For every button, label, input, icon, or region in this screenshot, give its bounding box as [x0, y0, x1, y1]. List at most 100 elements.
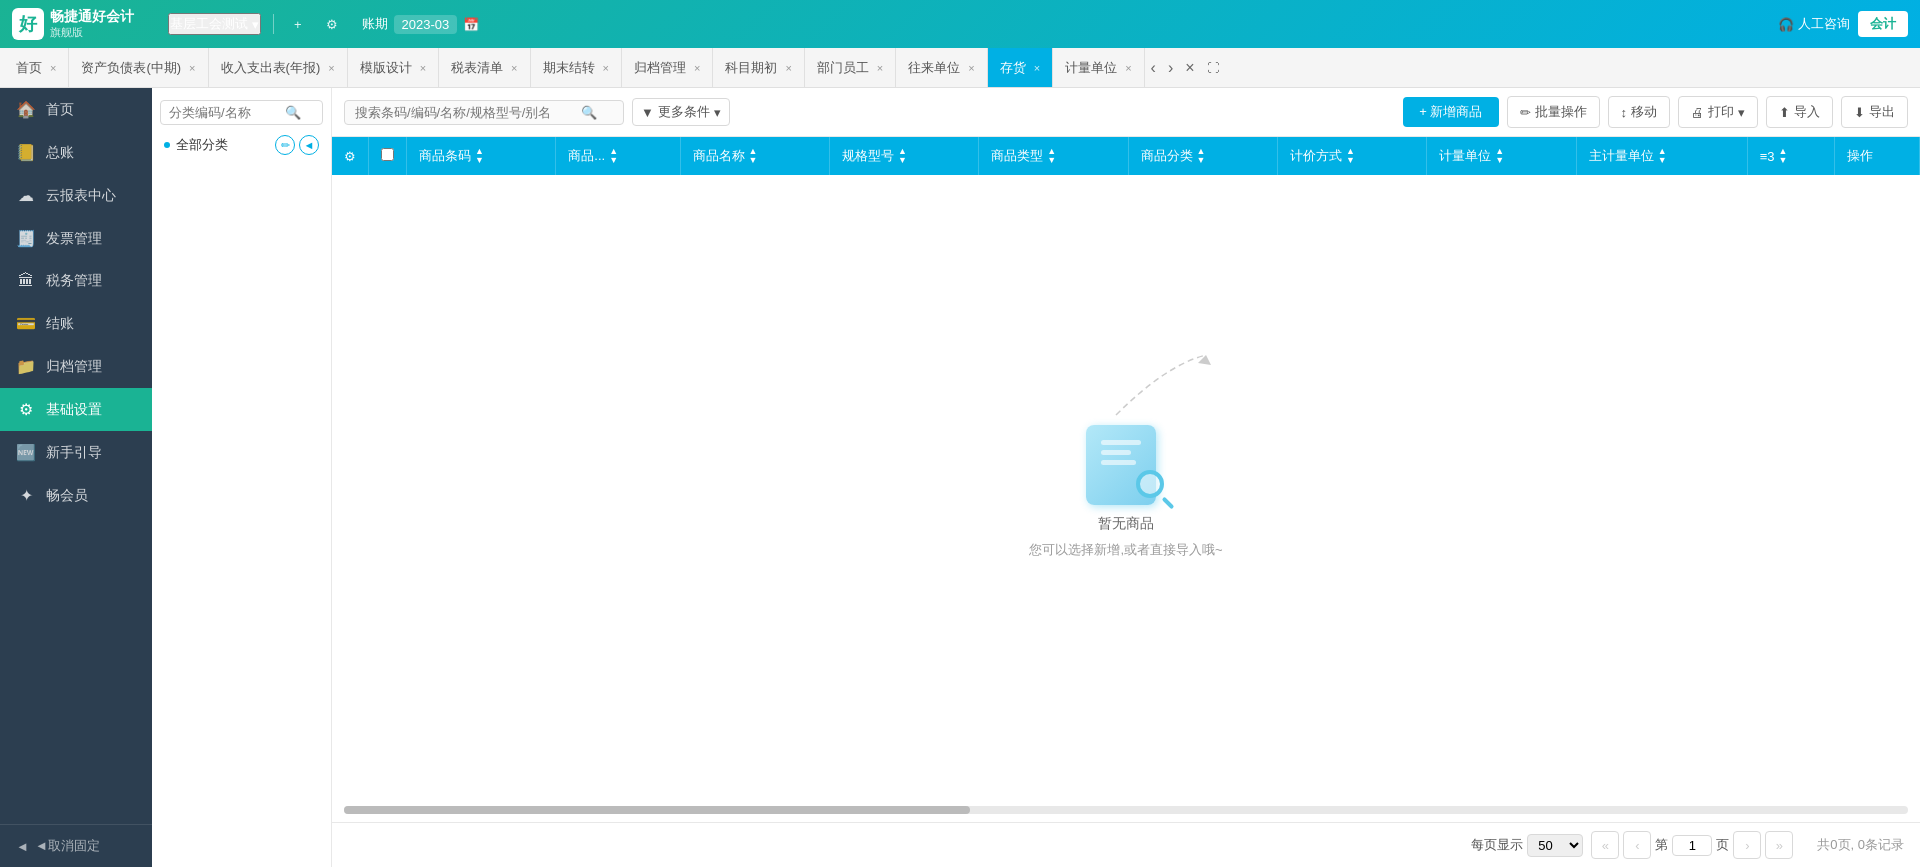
move-label: 移动 [1631, 103, 1657, 121]
tab-close-all-button[interactable]: × [1179, 48, 1200, 88]
tab-tax[interactable]: 税表清单 × [439, 48, 530, 88]
th-main-unit[interactable]: 主计量单位 ▲▼ [1576, 137, 1747, 175]
prev-page-button[interactable]: ‹ [1623, 831, 1651, 859]
tab-period-end[interactable]: 期末结转 × [531, 48, 622, 88]
tab-template[interactable]: 模版设计 × [348, 48, 439, 88]
sidebar-item-tax[interactable]: 🏛 税务管理 [0, 260, 152, 302]
tab-next-button[interactable]: › [1162, 48, 1179, 88]
tab-unit[interactable]: 计量单位 × [1053, 48, 1144, 88]
scrollbar-thumb[interactable] [344, 806, 970, 814]
sidebar-item-settlement[interactable]: 💳 结账 [0, 302, 152, 345]
ai-consult-button[interactable]: 🎧 人工咨询 [1778, 15, 1850, 33]
content-area: 🔍 全部分类 ✏ ◄ 🔍 [152, 88, 1920, 867]
sidebar-item-ledger[interactable]: 📒 总账 [0, 131, 152, 174]
th-col3[interactable]: ≡3 ▲▼ [1747, 137, 1835, 175]
tab-home-close[interactable]: × [50, 62, 56, 74]
tab-home[interactable]: 首页 × [4, 48, 69, 88]
tab-unit-close[interactable]: × [1125, 62, 1131, 74]
tab-balance-sheet[interactable]: 资产负债表(中期) × [69, 48, 208, 88]
category-sort-arrows: ▲▼ [1197, 147, 1206, 165]
page-size-dropdown[interactable]: 50 10 20 100 [1527, 834, 1583, 857]
th-price-method-label: 计价方式 [1290, 147, 1342, 165]
sidebar-item-reports[interactable]: ☁ 云报表中心 [0, 174, 152, 217]
export-button[interactable]: ⬇ 导出 [1841, 96, 1908, 128]
more-conditions-button[interactable]: ▼ 更多条件 ▾ [632, 98, 730, 126]
account-button[interactable]: 会计 [1858, 11, 1908, 37]
sidebar-item-invoice[interactable]: 🧾 发票管理 [0, 217, 152, 260]
calendar-icon[interactable]: 📅 [463, 17, 479, 32]
sidebar-item-archive[interactable]: 📁 归档管理 [0, 345, 152, 388]
product-search-input[interactable] [355, 105, 575, 120]
tab-inventory-close[interactable]: × [1034, 62, 1040, 74]
period-value[interactable]: 2023-03 [394, 15, 458, 34]
add-tab-button[interactable]: + [286, 13, 310, 36]
first-page-button[interactable]: « [1591, 831, 1619, 859]
add-product-button[interactable]: + 新增商品 [1403, 97, 1498, 127]
next-page-button[interactable]: › [1733, 831, 1761, 859]
page-number-input[interactable] [1672, 835, 1712, 856]
th-barcode[interactable]: 商品条码 ▲▼ [407, 137, 556, 175]
sidebar-item-home[interactable]: 🏠 首页 [0, 88, 152, 131]
print-button[interactable]: 🖨 打印 ▾ [1678, 96, 1758, 128]
sidebar-pin-toggle[interactable]: ◄ ◄取消固定 [0, 824, 152, 867]
tab-archive-close[interactable]: × [694, 62, 700, 74]
tab-supplier[interactable]: 往来单位 × [896, 48, 987, 88]
app-logo-icon: 好 [12, 8, 44, 40]
tab-bar: 首页 × 资产负债表(中期) × 收入支出表(年报) × 模版设计 × 税表清单… [0, 48, 1920, 88]
tab-archive[interactable]: 归档管理 × [622, 48, 713, 88]
all-category-header[interactable]: 全部分类 ✏ ◄ [152, 129, 331, 161]
product-table: ⚙ 商品条码 ▲▼ [332, 137, 1920, 175]
import-button[interactable]: ⬆ 导入 [1766, 96, 1833, 128]
product-search-icon[interactable]: 🔍 [581, 105, 597, 120]
th-settings[interactable]: ⚙ [332, 137, 369, 175]
category-actions: ✏ ◄ [275, 135, 319, 155]
tab-subject[interactable]: 科目期初 × [713, 48, 804, 88]
category-edit-button[interactable]: ✏ [275, 135, 295, 155]
sidebar-item-settlement-label: 结账 [46, 315, 74, 333]
sidebar-item-guide[interactable]: 🆕 新手引导 [0, 431, 152, 474]
th-price-method[interactable]: 计价方式 ▲▼ [1277, 137, 1426, 175]
tab-prev-button[interactable]: ‹ [1145, 48, 1162, 88]
tab-balance-sheet-close[interactable]: × [189, 62, 195, 74]
tab-supplier-close[interactable]: × [968, 62, 974, 74]
tab-expand-button[interactable]: ⛶ [1201, 48, 1225, 88]
tab-department[interactable]: 部门员工 × [805, 48, 896, 88]
last-page-button[interactable]: » [1765, 831, 1793, 859]
barcode-sort-arrows: ▲▼ [475, 147, 484, 165]
th-spec[interactable]: 规格型号 ▲▼ [829, 137, 978, 175]
tab-subject-close[interactable]: × [785, 62, 791, 74]
app-name: 畅捷通好会计 [50, 8, 134, 25]
horizontal-scrollbar[interactable] [344, 806, 1908, 814]
sidebar-item-member[interactable]: ✦ 畅会员 [0, 474, 152, 517]
company-selector[interactable]: 基层工会测试 ▾ [168, 13, 261, 35]
th-name-label: 商品名称 [693, 147, 745, 165]
settings-header-button[interactable]: ⚙ [318, 13, 346, 36]
category-search-icon[interactable]: 🔍 [285, 105, 301, 120]
member-icon: ✦ [16, 486, 36, 505]
tab-home-label: 首页 [16, 59, 42, 77]
th-code[interactable]: 商品... ▲▼ [556, 137, 680, 175]
th-name[interactable]: 商品名称 ▲▼ [680, 137, 829, 175]
tab-tax-close[interactable]: × [511, 62, 517, 74]
th-action: 操作 [1835, 137, 1920, 175]
tab-template-close[interactable]: × [420, 62, 426, 74]
tab-income-close[interactable]: × [328, 62, 334, 74]
th-checkbox[interactable] [369, 137, 407, 175]
category-search-input[interactable] [169, 105, 279, 120]
tab-period-end-close[interactable]: × [603, 62, 609, 74]
th-type[interactable]: 商品类型 ▲▼ [979, 137, 1128, 175]
th-category[interactable]: 商品分类 ▲▼ [1128, 137, 1277, 175]
th-unit[interactable]: 计量单位 ▲▼ [1427, 137, 1576, 175]
scrollbar-area [332, 798, 1920, 822]
batch-operation-button[interactable]: ✏ 批量操作 [1507, 96, 1600, 128]
category-collapse-button[interactable]: ◄ [299, 135, 319, 155]
sidebar-item-settings[interactable]: ⚙ 基础设置 [0, 388, 152, 431]
tab-department-close[interactable]: × [877, 62, 883, 74]
move-button[interactable]: ↕ 移动 [1608, 96, 1671, 128]
select-all-checkbox[interactable] [381, 148, 394, 161]
tab-inventory[interactable]: 存货 × [988, 48, 1053, 88]
tab-subject-label: 科目期初 [725, 59, 777, 77]
tab-income[interactable]: 收入支出表(年报) × [209, 48, 348, 88]
tab-unit-label: 计量单位 [1065, 59, 1117, 77]
guide-icon: 🆕 [16, 443, 36, 462]
